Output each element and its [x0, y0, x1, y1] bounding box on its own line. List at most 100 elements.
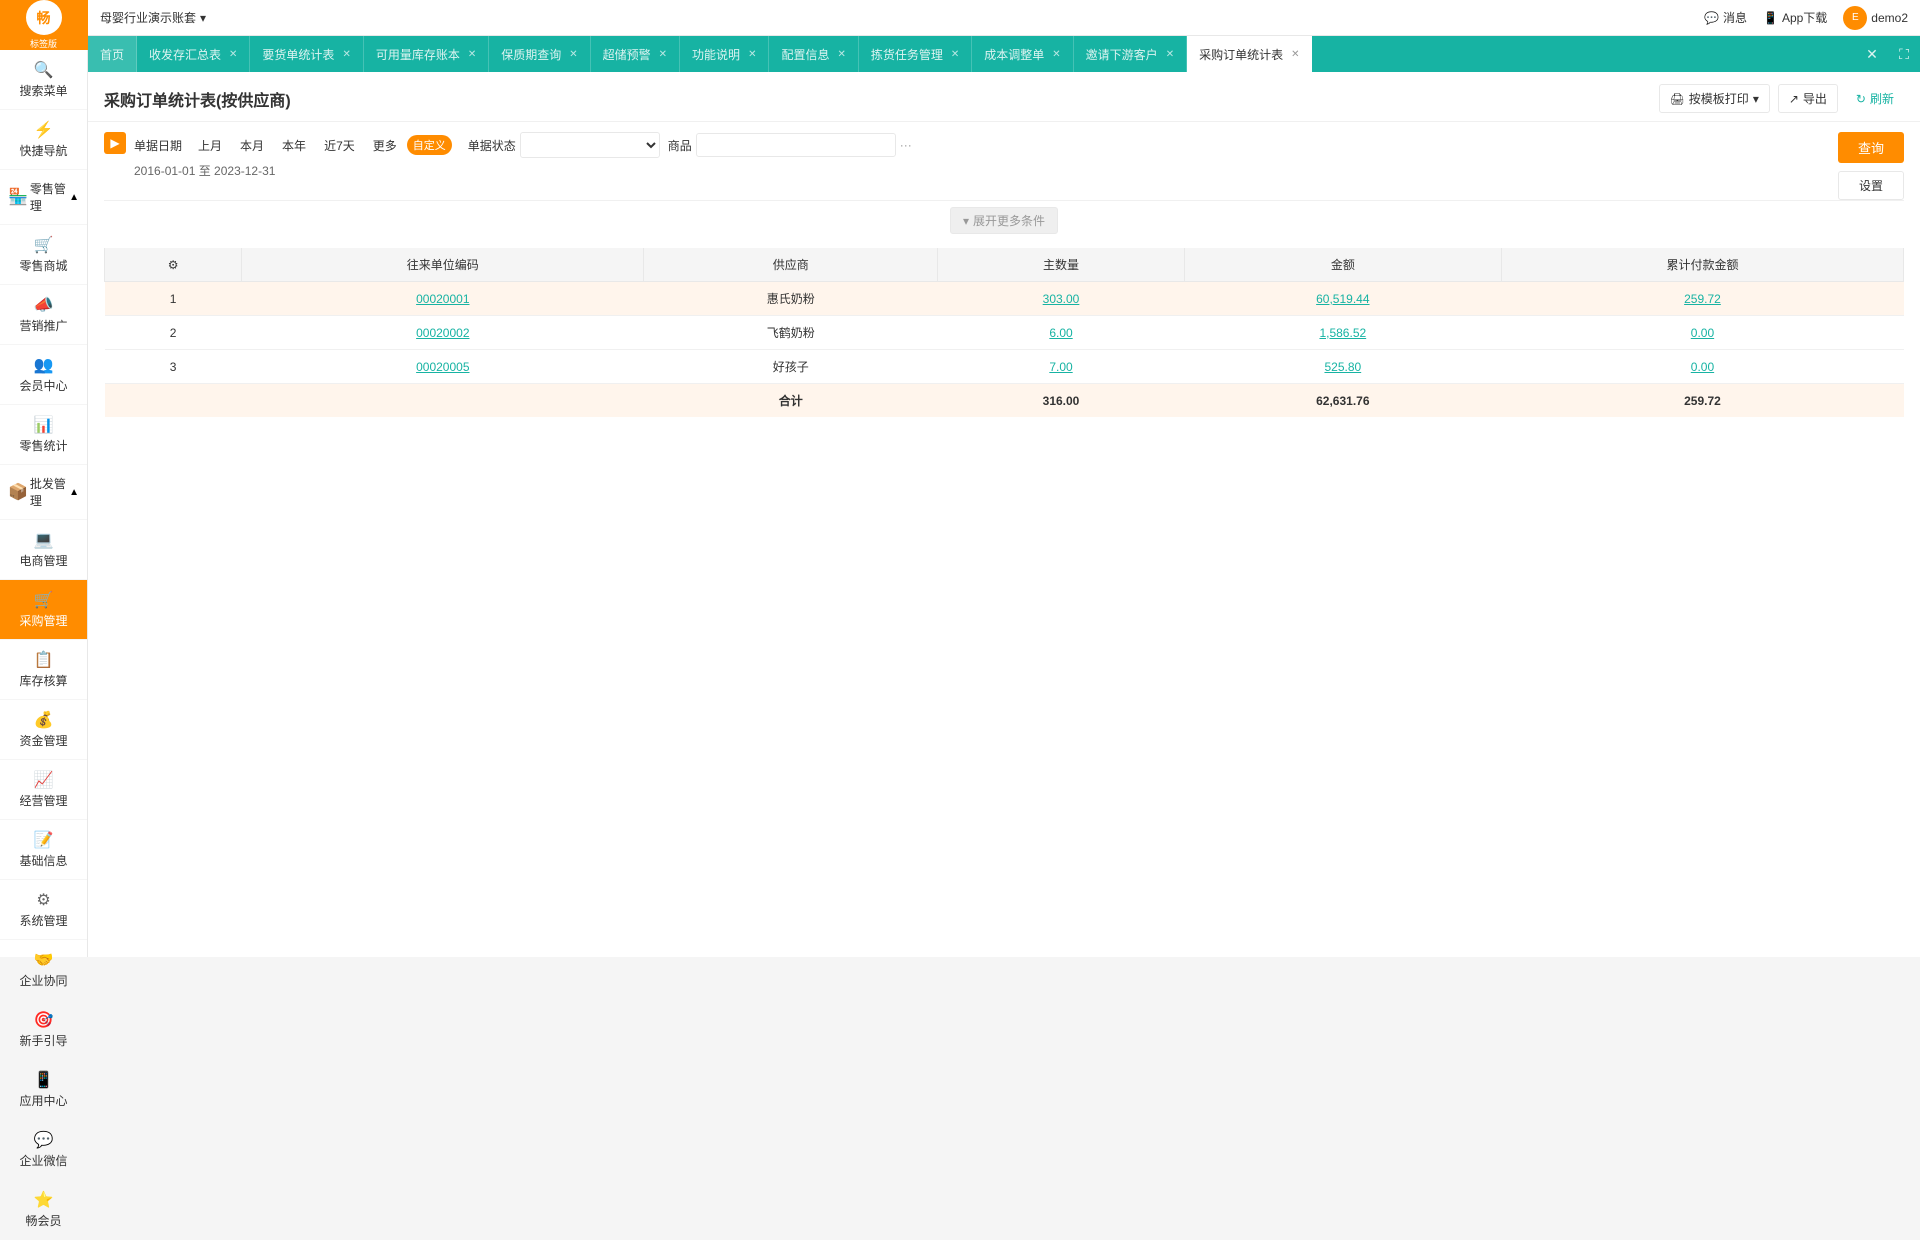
- row-amount[interactable]: 1,586.52: [1184, 316, 1501, 350]
- row-code[interactable]: 00020005: [242, 350, 644, 384]
- sidebar-item-quick-nav[interactable]: ⚡ 快捷导航: [0, 110, 87, 170]
- sidebar-item-ecommerce-mgmt[interactable]: 💻 电商管理: [0, 520, 87, 580]
- status-label: 单据状态: [468, 137, 516, 154]
- tab-purchase-order-summary[interactable]: 采购订单统计表✕: [1187, 36, 1312, 72]
- close-tab-btn[interactable]: ✕: [1856, 36, 1888, 72]
- goods-more-btn[interactable]: ···: [900, 138, 912, 152]
- last-7-days-btn[interactable]: 近7天: [316, 134, 363, 157]
- message-btn[interactable]: 💬 消息: [1704, 9, 1747, 26]
- sidebar-item-operation-mgmt[interactable]: 📈 经营管理: [0, 760, 87, 820]
- tab-close-icon[interactable]: ✕: [229, 49, 237, 60]
- col-header-amount: 金额: [1184, 248, 1501, 282]
- footer-empty: [105, 384, 242, 418]
- this-month-btn[interactable]: 本月: [232, 134, 272, 157]
- tab-close-icon[interactable]: ✕: [951, 49, 959, 60]
- row-amount[interactable]: 525.80: [1184, 350, 1501, 384]
- col-header-qty: 主数量: [938, 248, 1184, 282]
- tab-available-stock[interactable]: 可用量库存账本✕: [364, 36, 489, 72]
- status-select[interactable]: [520, 132, 660, 158]
- last-month-btn[interactable]: 上月: [190, 134, 230, 157]
- tab-close-icon[interactable]: ✕: [1166, 49, 1174, 60]
- sidebar-item-search[interactable]: 🔍 搜索菜单: [0, 50, 87, 110]
- sidebar-item-new-guide[interactable]: 🎯 新手引导: [0, 1000, 87, 1060]
- footer-paid: 259.72: [1501, 384, 1903, 418]
- sidebar-item-enterprise-collab[interactable]: 🤝 企业协同: [0, 940, 87, 1000]
- row-paid[interactable]: 0.00: [1501, 350, 1903, 384]
- tab-close-icon[interactable]: ✕: [748, 49, 756, 60]
- message-icon: 💬: [1704, 11, 1719, 25]
- sidebar-item-system-mgmt[interactable]: ⚙ 系统管理: [0, 880, 87, 940]
- col-header-settings[interactable]: ⚙: [105, 248, 242, 282]
- tab-order-summary[interactable]: 要货单统计表✕: [250, 36, 363, 72]
- sidebar-item-inventory-check[interactable]: 📋 库存核算: [0, 640, 87, 700]
- tab-close-icon[interactable]: ✕: [468, 49, 476, 60]
- row-paid[interactable]: 259.72: [1501, 282, 1903, 316]
- user-info[interactable]: E demo2: [1843, 6, 1908, 30]
- sidebar-item-wholesale-mgmt[interactable]: 📦 批发管理 ▲: [0, 465, 87, 520]
- tab-close-icon[interactable]: ✕: [342, 49, 350, 60]
- filter-toggle-btn[interactable]: ▶: [104, 132, 126, 154]
- member-center-icon: 👥: [34, 355, 54, 375]
- sidebar-item-retail-stats[interactable]: 📊 零售统计: [0, 405, 87, 465]
- row-code[interactable]: 00020001: [242, 282, 644, 316]
- account-dropdown[interactable]: 母婴行业演示账套 ▾: [100, 9, 206, 26]
- tab-invite-downstream[interactable]: 邀请下游客户✕: [1074, 36, 1187, 72]
- sidebar-item-vip-member[interactable]: ⭐ 畅会员: [0, 1180, 87, 1240]
- tab-receive-summary[interactable]: 收发存汇总表✕: [137, 36, 250, 72]
- more-date-btn[interactable]: 更多: [365, 134, 405, 157]
- row-supplier: 惠氏奶粉: [644, 282, 938, 316]
- app-download-btn[interactable]: 📱 App下载: [1763, 9, 1827, 26]
- sidebar-item-label: 批发管理: [30, 475, 67, 509]
- row-qty[interactable]: 7.00: [938, 350, 1184, 384]
- settings-btn[interactable]: 设置: [1838, 171, 1904, 200]
- sidebar-item-basic-info[interactable]: 📝 基础信息: [0, 820, 87, 880]
- sidebar-item-app-center[interactable]: 📱 应用中心: [0, 1060, 87, 1120]
- message-label: 消息: [1723, 9, 1747, 26]
- row-supplier: 飞鹤奶粉: [644, 316, 938, 350]
- tab-picking-task[interactable]: 拣货任务管理✕: [859, 36, 972, 72]
- tab-function-desc[interactable]: 功能说明 ✕: [680, 36, 769, 72]
- row-paid[interactable]: 0.00: [1501, 316, 1903, 350]
- row-code[interactable]: 00020002: [242, 316, 644, 350]
- tab-overstock-warning[interactable]: 超储预警✕: [591, 36, 680, 72]
- tab-close-icon[interactable]: ✕: [1291, 49, 1299, 60]
- tab-close-icon[interactable]: ✕: [837, 49, 845, 60]
- sidebar-item-retail-shop[interactable]: 🛒 零售商城: [0, 225, 87, 285]
- date-label: 单据日期: [134, 137, 182, 154]
- tab-expiry-query[interactable]: 保质期查询✕: [489, 36, 590, 72]
- col-header-supplier: 供应商: [644, 248, 938, 282]
- expand-conditions-btn[interactable]: ▾ 展开更多条件: [950, 207, 1058, 234]
- row-qty[interactable]: 303.00: [938, 282, 1184, 316]
- inventory-check-icon: 📋: [34, 650, 54, 670]
- sidebar-item-enterprise-wechat[interactable]: 💬 企业微信: [0, 1120, 87, 1180]
- footer-qty: 316.00: [938, 384, 1184, 418]
- tabbar-actions: ✕ ⛶: [1856, 36, 1920, 72]
- export-btn[interactable]: ↗ 导出: [1778, 84, 1838, 113]
- row-no: 1: [105, 282, 242, 316]
- query-btn[interactable]: 查询: [1838, 132, 1904, 163]
- goods-input[interactable]: [696, 133, 896, 157]
- tab-home[interactable]: 首页: [88, 36, 137, 72]
- tab-label: 成本调整单: [984, 46, 1044, 63]
- account-name: 母婴行业演示账套: [100, 9, 196, 26]
- tab-close-icon[interactable]: ✕: [659, 49, 667, 60]
- row-amount[interactable]: 60,519.44: [1184, 282, 1501, 316]
- sidebar-item-purchase-mgmt[interactable]: 🛒 采购管理: [0, 580, 87, 640]
- fullscreen-btn[interactable]: ⛶: [1888, 36, 1920, 72]
- tab-config-info[interactable]: 配置信息✕: [769, 36, 858, 72]
- tab-close-icon[interactable]: ✕: [569, 49, 577, 60]
- tab-cost-adjust[interactable]: 成本调整单 ✕: [972, 36, 1073, 72]
- quick-date-btns: 上月 本月 本年 近7天 更多 自定义: [190, 134, 452, 157]
- row-qty[interactable]: 6.00: [938, 316, 1184, 350]
- tab-close-icon[interactable]: ✕: [1052, 49, 1060, 60]
- refresh-btn[interactable]: ↻ 刷新: [1846, 85, 1904, 112]
- tab-label: 功能说明: [692, 46, 740, 63]
- sidebar-item-marketing[interactable]: 📣 营销推广: [0, 285, 87, 345]
- this-year-btn[interactable]: 本年: [274, 134, 314, 157]
- sidebar-item-label: 零售商城: [19, 257, 67, 274]
- sidebar-item-retail-mgmt[interactable]: 🏪 零售管理 ▲: [0, 170, 87, 225]
- sidebar-item-member-center[interactable]: 👥 会员中心: [0, 345, 87, 405]
- sidebar-item-capital-mgmt[interactable]: 💰 资金管理: [0, 700, 87, 760]
- table-row: 2 00020002 飞鹤奶粉 6.00 1,586.52 0.00: [105, 316, 1904, 350]
- template-print-btn[interactable]: 🖨 按模板打印 ▾: [1659, 84, 1770, 113]
